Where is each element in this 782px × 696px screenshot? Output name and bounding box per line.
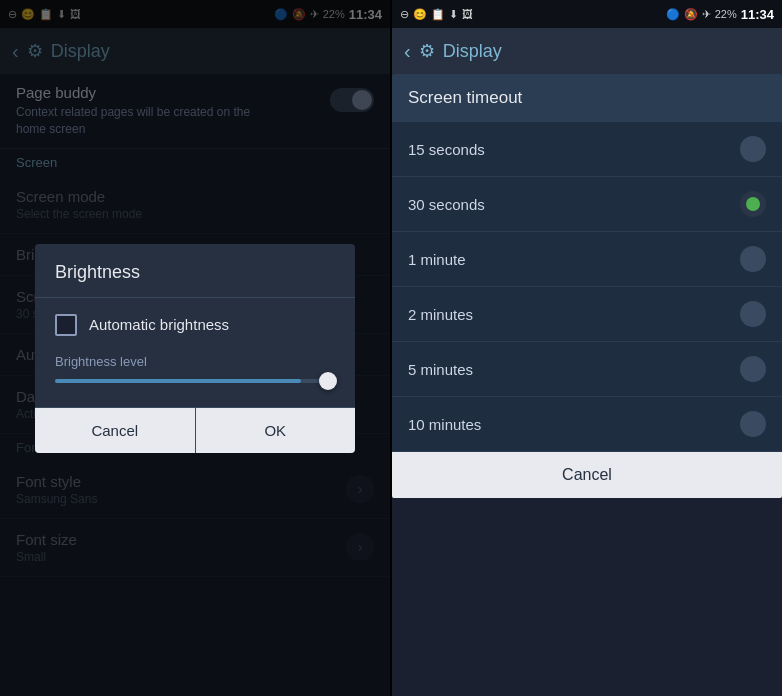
radio-1m — [740, 246, 766, 272]
brightness-slider-thumb[interactable] — [319, 372, 337, 390]
right-panel: ⊖ 😊 📋 ⬇ 🖼 🔵 🔕 ✈ 22% 11:34 ‹ ⚙ Display Pa… — [392, 0, 782, 696]
timeout-option-2m[interactable]: 2 minutes — [392, 287, 782, 342]
page-title-right: Display — [443, 41, 502, 62]
back-arrow-icon-right[interactable]: ‹ — [404, 40, 411, 63]
battery-right: 22% — [715, 8, 737, 20]
status-right-right-icons: 🔵 🔕 ✈ 22% 11:34 — [666, 7, 774, 22]
status-right-left-icons: ⊖ 😊 📋 ⬇ 🖼 — [400, 8, 473, 21]
brightness-slider-track[interactable] — [55, 379, 335, 383]
timeout-option-10m[interactable]: 10 minutes — [392, 397, 782, 452]
timeout-option-30s[interactable]: 30 seconds — [392, 177, 782, 232]
timeout-option-1m[interactable]: 1 minute — [392, 232, 782, 287]
brightness-dialog-overlay: Brightness Automatic brightness Brightne… — [0, 0, 390, 696]
timeout-label-10m: 10 minutes — [408, 416, 481, 433]
auto-brightness-label: Automatic brightness — [89, 316, 229, 333]
brightness-dialog-body: Automatic brightness Brightness level — [35, 298, 355, 407]
left-panel: ⊖ 😊 📋 ⬇ 🖼 🔵 🔕 ✈ 22% 11:34 ‹ ⚙ Display Pa… — [0, 0, 390, 696]
timeout-dialog-header: Screen timeout — [392, 74, 782, 122]
brightness-ok-button[interactable]: OK — [196, 408, 356, 453]
timeout-dialog-title: Screen timeout — [408, 88, 766, 108]
radio-30s — [740, 191, 766, 217]
screen-timeout-dialog: Screen timeout 15 seconds 30 seconds 1 m… — [392, 74, 782, 498]
brightness-level-label: Brightness level — [55, 354, 335, 369]
time-right: 11:34 — [741, 7, 774, 22]
radio-5m — [740, 356, 766, 382]
brightness-dialog: Brightness Automatic brightness Brightne… — [35, 244, 355, 453]
brightness-cancel-button[interactable]: Cancel — [35, 408, 196, 453]
title-bar-right: ‹ ⚙ Display — [392, 28, 782, 74]
timeout-label-2m: 2 minutes — [408, 306, 473, 323]
timeout-cancel-button[interactable]: Cancel — [392, 452, 782, 498]
timeout-label-5m: 5 minutes — [408, 361, 473, 378]
minus-icon-right: ⊖ — [400, 8, 409, 21]
brightness-slider-fill — [55, 379, 301, 383]
timeout-option-15s[interactable]: 15 seconds — [392, 122, 782, 177]
radio-dot-30s — [746, 197, 760, 211]
timeout-label-1m: 1 minute — [408, 251, 466, 268]
auto-brightness-checkbox[interactable] — [55, 314, 77, 336]
status-bar-right: ⊖ 😊 📋 ⬇ 🖼 🔵 🔕 ✈ 22% 11:34 — [392, 0, 782, 28]
timeout-label-30s: 30 seconds — [408, 196, 485, 213]
airplane-icon-right: ✈ — [702, 8, 711, 21]
timeout-option-5m[interactable]: 5 minutes — [392, 342, 782, 397]
smiley-icon-right: 😊 — [413, 8, 427, 21]
radio-10m — [740, 411, 766, 437]
radio-2m — [740, 301, 766, 327]
radio-15s — [740, 136, 766, 162]
gear-icon-right: ⚙ — [419, 40, 435, 62]
timeout-label-15s: 15 seconds — [408, 141, 485, 158]
auto-brightness-row[interactable]: Automatic brightness — [55, 314, 335, 336]
download-icon-right: ⬇ — [449, 8, 458, 21]
brightness-dialog-title: Brightness — [35, 244, 355, 298]
image-icon-right: 🖼 — [462, 8, 473, 20]
brightness-dialog-buttons: Cancel OK — [35, 407, 355, 453]
bluetooth-icon-right: 🔵 — [666, 8, 680, 21]
clipboard-icon-right: 📋 — [431, 8, 445, 21]
mute-icon-right: 🔕 — [684, 8, 698, 21]
